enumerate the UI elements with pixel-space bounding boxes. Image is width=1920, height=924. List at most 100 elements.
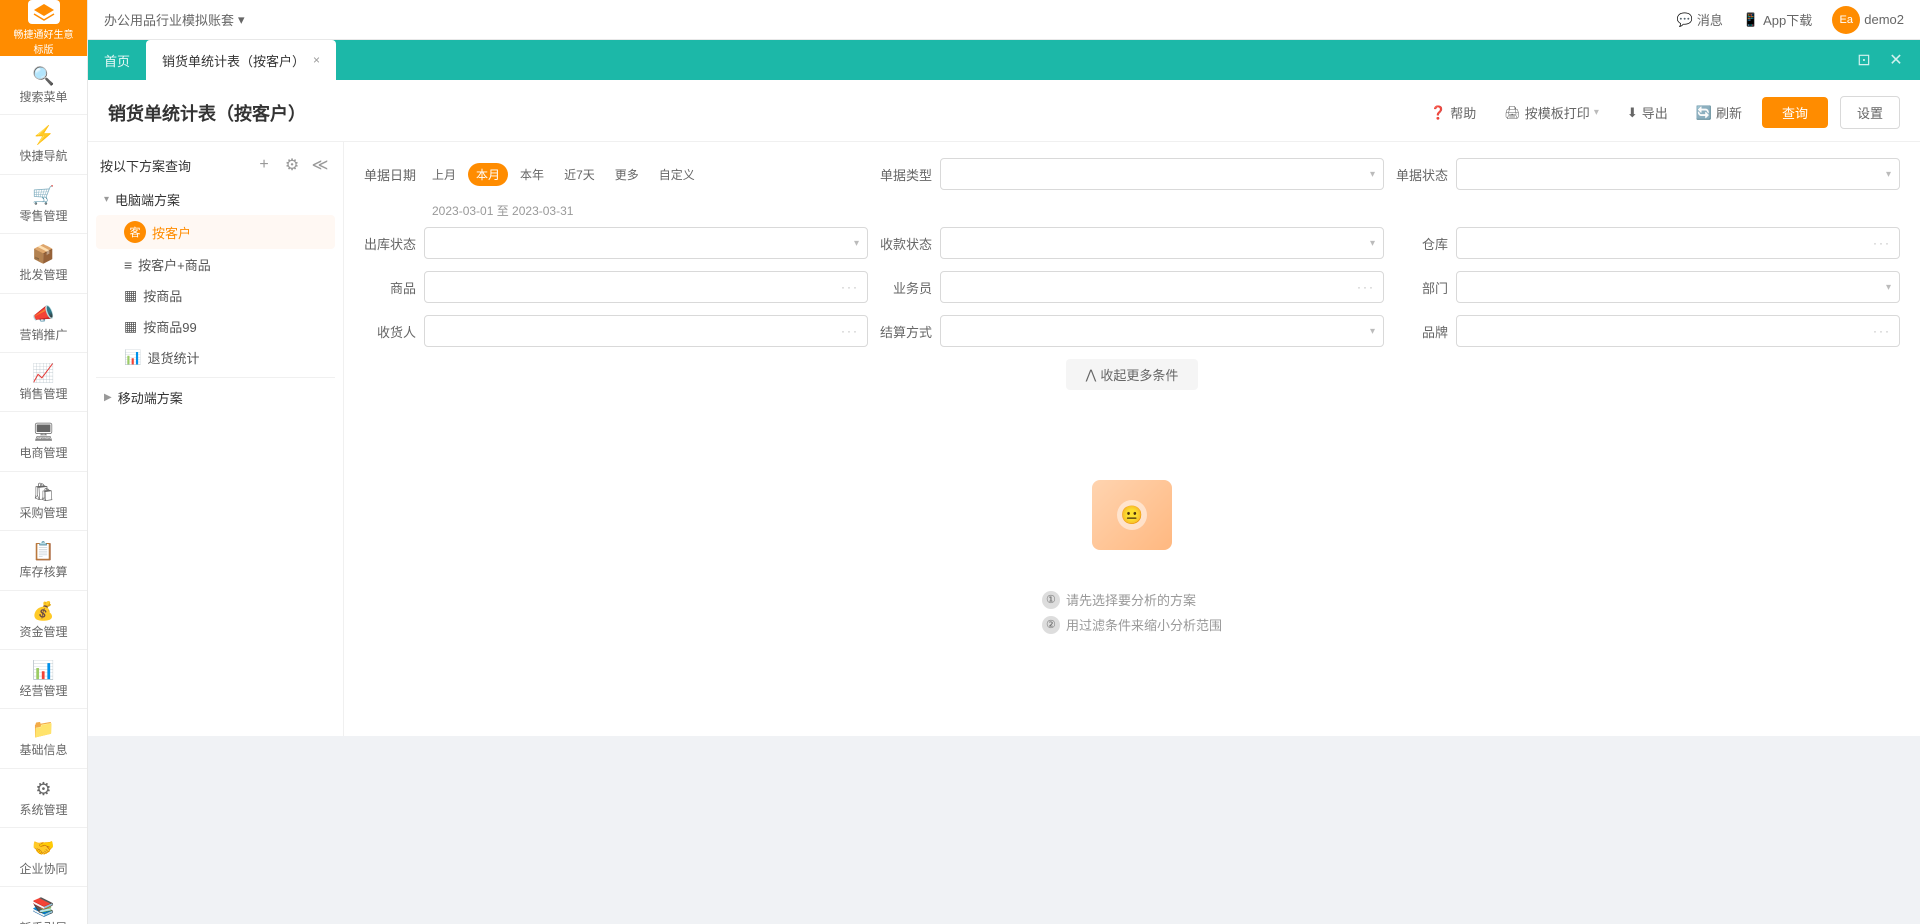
app-edition: 标版 (34, 41, 54, 56)
tab-active-label: 销货单统计表（按客户） (162, 51, 305, 70)
sidebar-item-inventory[interactable]: 📋 库存核算 (0, 531, 87, 590)
sidebar-item-enterprise[interactable]: 🤝 企业协同 (0, 828, 87, 887)
operation-icon: 📊 (32, 660, 54, 681)
out-status-label: 出库状态 (364, 234, 416, 253)
filter-settlement-field: 结算方式 ▾ (880, 315, 1384, 347)
date-range-text: 2023-03-01 至 2023-03-31 (432, 204, 573, 218)
receiver-label: 收货人 (364, 322, 416, 341)
tab-home[interactable]: 首页 (88, 40, 146, 80)
tab-close-window-btn[interactable]: ✕ (1884, 48, 1908, 72)
industry-selector[interactable]: 办公用品行业模拟账套 ▾ (104, 10, 245, 29)
settings-button[interactable]: 设置 (1840, 96, 1900, 129)
by-goods99-icon: ▦ (124, 318, 137, 335)
tree-item-by-goods99[interactable]: ▦ 按商品99 (96, 311, 335, 342)
left-panel-actions: + ⚙ ≪ (253, 154, 331, 176)
doc-type-label: 单据类型 (880, 165, 932, 184)
tree-item-by-goods-label: 按商品 (143, 286, 182, 305)
sidebar-item-finance[interactable]: 💰 资金管理 (0, 591, 87, 650)
empty-state: 😐 ① 请先选择要分析的方案 ② 用过滤条件来缩小分析范围 (364, 390, 1900, 720)
refresh-btn[interactable]: 🔄 刷新 (1688, 99, 1750, 126)
tree-item-by-customer[interactable]: 客 按客户 (96, 215, 335, 249)
tree-pc-group-header[interactable]: ▾ 电脑端方案 (96, 184, 335, 215)
sidebar-item-enterprise-label: 企业协同 (19, 862, 67, 876)
sidebar-item-sales[interactable]: 📈 销售管理 (0, 353, 87, 412)
export-btn[interactable]: ⬇ 导出 (1619, 99, 1676, 126)
tree-item-by-goods[interactable]: ▦ 按商品 (96, 280, 335, 311)
salesperson-input[interactable]: ··· (940, 271, 1384, 303)
purchase-icon: 🛍 (32, 482, 55, 503)
app-download-icon: 📱 (1743, 12, 1759, 28)
left-panel-header: 按以下方案查询 + ⚙ ≪ (88, 154, 343, 184)
sidebar-item-newbie[interactable]: 📚 新手引导 (0, 887, 87, 924)
pc-group-arrow-icon: ▾ (104, 194, 109, 205)
sidebar-item-shortcut[interactable]: ⚡ 快捷导航 (0, 115, 87, 174)
doc-type-arrow-icon: ▾ (1370, 169, 1375, 180)
sidebar-item-retail-label: 零售管理 (19, 209, 67, 223)
settlement-input[interactable]: ▾ (940, 315, 1384, 347)
filter-doc-type-field: 单据类型 ▾ (880, 158, 1384, 190)
collapse-row: ⋀ 收起更多条件 (364, 359, 1900, 390)
sidebar-item-operation[interactable]: 📊 经营管理 (0, 650, 87, 709)
sidebar-item-purchase[interactable]: 🛍 采购管理 (0, 472, 87, 531)
date-range-display: 2023-03-01 至 2023-03-31 (364, 202, 1900, 227)
help-btn[interactable]: ❓ 帮助 (1422, 99, 1484, 126)
brand-more-icon: ··· (1873, 324, 1891, 338)
tab-close-icon[interactable]: × (313, 53, 320, 67)
page-header-actions: ❓ 帮助 🖨 按模板打印 ▾ ⬇ 导出 🔄 刷新 查询 设置 (1422, 96, 1900, 129)
refresh-icon: 🔄 (1696, 105, 1712, 121)
department-arrow-icon: ▾ (1886, 282, 1891, 293)
sidebar-item-search[interactable]: 🔍 搜索菜单 (0, 56, 87, 115)
department-input[interactable]: ▾ (1456, 271, 1900, 303)
tab-restore-btn[interactable]: ⊡ (1852, 48, 1876, 72)
goods-input[interactable]: ··· (424, 271, 868, 303)
left-panel-collapse-btn[interactable]: ≪ (309, 154, 331, 176)
sidebar-item-inventory-label: 库存核算 (19, 565, 67, 579)
help-label: 帮助 (1450, 103, 1476, 122)
collapse-btn[interactable]: ⋀ 收起更多条件 (1066, 359, 1199, 390)
help-icon: ❓ (1430, 105, 1446, 121)
print-btn[interactable]: 🖨 按模板打印 ▾ (1496, 99, 1607, 126)
left-panel-add-btn[interactable]: + (253, 154, 275, 176)
goods-more-icon: ··· (841, 280, 859, 294)
date-btn-year[interactable]: 本年 (512, 163, 552, 186)
query-button[interactable]: 查询 (1762, 97, 1828, 128)
out-status-input[interactable]: ▾ (424, 227, 868, 259)
brand-input[interactable]: ··· (1456, 315, 1900, 347)
sidebar-item-system[interactable]: ⚙ 系统管理 (0, 769, 87, 828)
sidebar-item-ecommerce[interactable]: 🖥 电商管理 (0, 412, 87, 471)
filter-date-field: 单据日期 上月 本月 本年 近7天 更多 自定义 (364, 163, 868, 186)
tree-item-by-customer-goods[interactable]: ≡ 按客户+商品 (96, 249, 335, 280)
by-goods-icon: ▦ (124, 287, 137, 304)
message-btn[interactable]: 💬 消息 (1677, 10, 1723, 29)
date-btn-custom[interactable]: 自定义 (651, 163, 703, 186)
user-profile-btn[interactable]: Ea demo2 (1832, 6, 1904, 34)
date-btn-7days[interactable]: 近7天 (556, 163, 603, 186)
date-btn-more[interactable]: 更多 (607, 163, 647, 186)
filter-receiver-row: 收货人 ··· 结算方式 ▾ 品牌 (364, 315, 1900, 347)
page-title: 销货单统计表（按客户） (108, 100, 306, 126)
tab-active[interactable]: 销货单统计表（按客户） × (146, 40, 336, 80)
doc-status-input[interactable]: ▾ (1456, 158, 1900, 190)
receipt-status-input[interactable]: ▾ (940, 227, 1384, 259)
sidebar-item-marketing[interactable]: 📣 营销推广 (0, 294, 87, 353)
tree-item-return-stats[interactable]: 📊 退货统计 (96, 342, 335, 373)
date-btn-last-month[interactable]: 上月 (424, 163, 464, 186)
tree-mobile-group-header[interactable]: ▶ 移动端方案 (96, 382, 335, 413)
date-btn-current-month[interactable]: 本月 (468, 163, 508, 186)
sidebar-item-base[interactable]: 📁 基础信息 (0, 709, 87, 768)
warehouse-input[interactable]: ··· (1456, 227, 1900, 259)
ecommerce-icon: 🖥 (32, 422, 55, 443)
close-window-icon: ✕ (1889, 50, 1902, 70)
receiver-input[interactable]: ··· (424, 315, 868, 347)
sidebar-item-retail[interactable]: 🛒 零售管理 (0, 175, 87, 234)
warehouse-more-icon: ··· (1873, 236, 1891, 250)
sidebar-item-wholesale[interactable]: 📦 批发管理 (0, 234, 87, 293)
settlement-label: 结算方式 (880, 322, 932, 341)
doc-status-arrow-icon: ▾ (1886, 169, 1891, 180)
wholesale-icon: 📦 (32, 244, 54, 265)
doc-type-input[interactable]: ▾ (940, 158, 1384, 190)
left-panel-settings-btn[interactable]: ⚙ (281, 154, 303, 176)
finance-icon: 💰 (32, 601, 54, 622)
app-download-btn[interactable]: 📱 App下载 (1743, 10, 1812, 29)
industry-name: 办公用品行业模拟账套 (104, 10, 234, 29)
